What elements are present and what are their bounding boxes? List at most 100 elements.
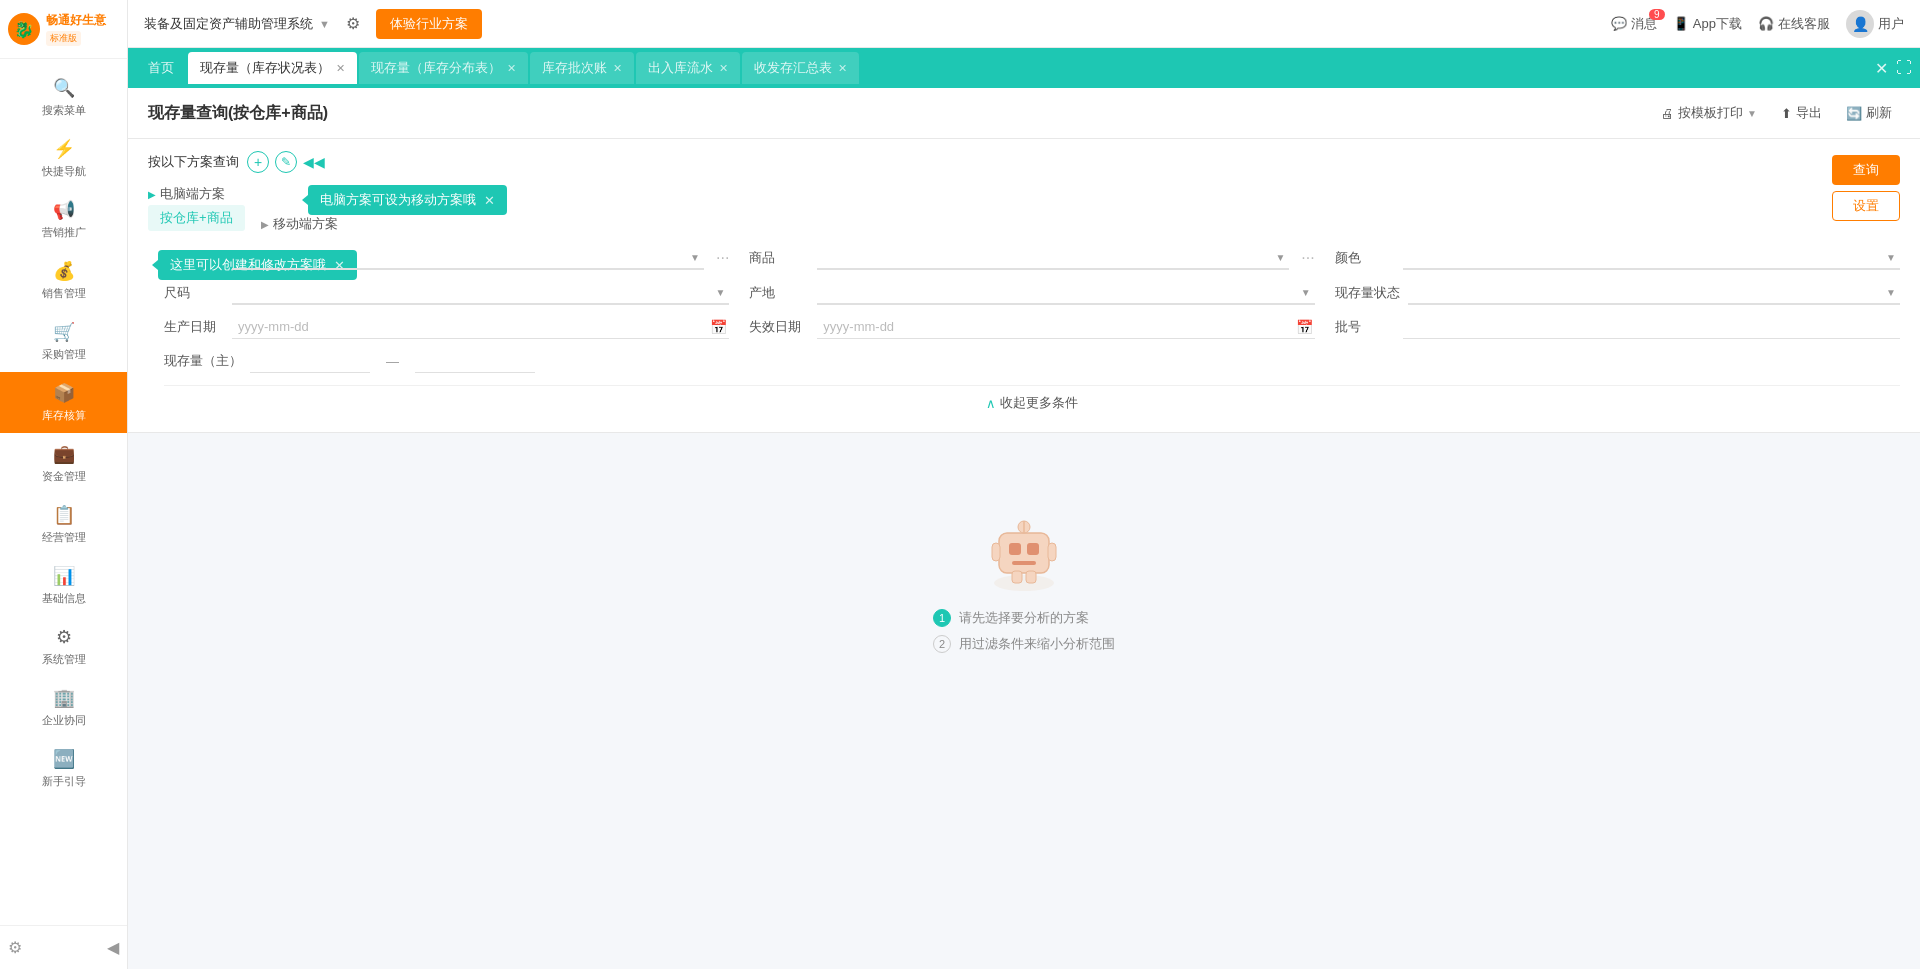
tab-batch[interactable]: 库存批次账 ✕ [530,52,634,84]
sidebar-item-enterprise[interactable]: 🏢 企业协同 [0,677,127,738]
quick-icon: ⚡ [53,138,75,160]
topbar-settings-icon[interactable]: ⚙ [346,14,360,33]
range-separator: — [378,354,407,369]
empty-state: 1 请先选择要分析的方案 2 用过滤条件来缩小分析范围 [128,433,1920,733]
svg-rect-4 [1012,561,1036,565]
filter-row-goods: 商品 ▼ ··· [749,245,1314,270]
sidebar-item-operation[interactable]: 📋 经营管理 [0,494,127,555]
export-button[interactable]: ⬆ 导出 [1773,100,1830,126]
tab-close-icon[interactable]: ✕ [838,62,847,75]
empty-step-1: 1 请先选择要分析的方案 [933,609,1115,627]
enterprise-icon: 🏢 [53,687,75,709]
sidebar-item-marketing[interactable]: 📢 营销推广 [0,189,127,250]
app-download-action[interactable]: 📱 App下载 [1673,15,1742,33]
tab-summary[interactable]: 收发存汇总表 ✕ [742,52,859,84]
logo-text: 畅通好生意 标准版 [46,12,106,46]
export-label: 导出 [1796,104,1822,122]
sidebar-item-label: 采购管理 [42,347,86,362]
stock-status-input[interactable] [1408,280,1900,304]
size-input[interactable] [232,280,729,304]
message-action[interactable]: 💬 消息 9 [1611,15,1657,33]
tab-close-icon[interactable]: ✕ [719,62,728,75]
tab-expand-icon[interactable]: ⛶ [1896,59,1912,78]
sidebar-bottom: ⚙ ◀ [0,925,127,969]
tab-inventory-status[interactable]: 现存量（库存状况表） ✕ [188,52,357,84]
filter-buttons: 查询 设置 [1832,155,1900,221]
logo-area: 🐉 畅通好生意 标准版 [0,0,127,59]
tab-label: 现存量（库存状况表） [200,59,330,77]
tab-home-label: 首页 [148,59,174,77]
sidebar-item-inventory[interactable]: 📦 库存核算 [0,372,127,433]
sidebar-item-sales[interactable]: 💰 销售管理 [0,250,127,311]
pc-plan-label: 电脑端方案 [160,185,225,203]
stock-qty-min-input[interactable] [250,349,370,373]
exp-date-label: 失效日期 [749,318,809,336]
collapse-button[interactable]: ∧ 收起更多条件 [164,385,1900,420]
user-action[interactable]: 👤 用户 [1846,10,1904,38]
basic-icon: 📊 [53,565,75,587]
search-button[interactable]: 查询 [1832,155,1900,185]
color-input[interactable] [1403,245,1900,269]
collapse-label: 收起更多条件 [1000,394,1078,412]
topbar-right: 💬 消息 9 📱 App下载 🎧 在线客服 👤 用户 [1611,10,1904,38]
goods-input[interactable] [817,245,1289,269]
warehouse-input[interactable] [232,245,704,269]
set-button[interactable]: 设置 [1832,191,1900,221]
filter-edit-button[interactable]: ✎ [275,151,297,173]
trial-button[interactable]: 体验行业方案 [376,9,482,39]
tab-label: 出入库流水 [648,59,713,77]
tab-inventory-dist[interactable]: 现存量（库存分布表） ✕ [359,52,528,84]
tab-close-all-icon[interactable]: ✕ [1875,59,1888,78]
chevron-down-icon: ▼ [319,18,330,30]
calendar-icon[interactable]: 📅 [708,317,729,337]
calendar-icon[interactable]: 📅 [1294,317,1315,337]
tab-inout[interactable]: 出入库流水 ✕ [636,52,740,84]
sidebar-item-finance[interactable]: 💼 资金管理 [0,433,127,494]
print-button[interactable]: 🖨 按模板打印 ▼ [1653,100,1765,126]
svg-point-0 [994,575,1054,591]
support-action[interactable]: 🎧 在线客服 [1758,15,1830,33]
pc-plan-item[interactable]: 按仓库+商品 [148,205,245,231]
sidebar-item-search[interactable]: 🔍 搜索菜单 [0,67,127,128]
goods-more-icon[interactable]: ··· [1301,249,1314,267]
warehouse-more-icon[interactable]: ··· [716,249,729,267]
sidebar-item-system[interactable]: ⚙ 系统管理 [0,616,127,677]
tab-close-icon[interactable]: ✕ [336,62,345,75]
filter-row-stock-qty: 现存量（主） — [164,349,1315,373]
system-selector[interactable]: 装备及固定资产辅助管理系统 ▼ [144,15,330,33]
sidebar-item-basic[interactable]: 📊 基础信息 [0,555,127,616]
plan-tooltip-close[interactable]: ✕ [484,193,495,208]
message-badge: 9 [1649,9,1665,20]
topbar: 装备及固定资产辅助管理系统 ▼ ⚙ 体验行业方案 💬 消息 9 📱 App下载 … [128,0,1920,48]
mobile-plan-toggle[interactable]: ▶ 移动端方案 [261,215,338,233]
sidebar-item-label: 新手引导 [42,774,86,789]
collapse-sidebar-icon[interactable]: ◀ [107,938,119,957]
plan-tooltip-text: 电脑方案可设为移动方案哦 [320,191,476,209]
page-header: 现存量查询(按仓库+商品) 🖨 按模板打印 ▼ ⬆ 导出 🔄 刷新 [128,88,1920,139]
stock-qty-max-input[interactable] [415,349,535,373]
prod-date-input[interactable] [232,315,708,338]
sidebar-item-guide[interactable]: 🆕 新手引导 [0,738,127,799]
exp-date-input[interactable] [817,315,1293,338]
filter-add-button[interactable]: + [247,151,269,173]
refresh-button[interactable]: 🔄 刷新 [1838,100,1900,126]
sidebar-item-quick[interactable]: ⚡ 快捷导航 [0,128,127,189]
mobile-plan-label: 移动端方案 [273,215,338,233]
settings-bottom-icon[interactable]: ⚙ [8,938,22,957]
filter-row-exp-date: 失效日期 📅 [749,315,1314,339]
tab-home[interactable]: 首页 [136,52,186,84]
operation-icon: 📋 [53,504,75,526]
origin-input[interactable] [817,280,1314,304]
plan-section-toggle[interactable]: ▶ 电脑端方案 [148,185,245,203]
tab-label: 现存量（库存分布表） [371,59,501,77]
export-icon: ⬆ [1781,106,1792,121]
svg-rect-8 [1026,571,1036,583]
sidebar-item-purchase[interactable]: 🛒 采购管理 [0,311,127,372]
tab-label: 库存批次账 [542,59,607,77]
tab-close-icon[interactable]: ✕ [613,62,622,75]
size-label: 尺码 [164,284,224,302]
filter-back-button[interactable]: ◀◀ [303,154,325,170]
batch-input[interactable] [1403,315,1900,339]
tab-close-icon[interactable]: ✕ [507,62,516,75]
svg-rect-3 [1027,543,1039,555]
